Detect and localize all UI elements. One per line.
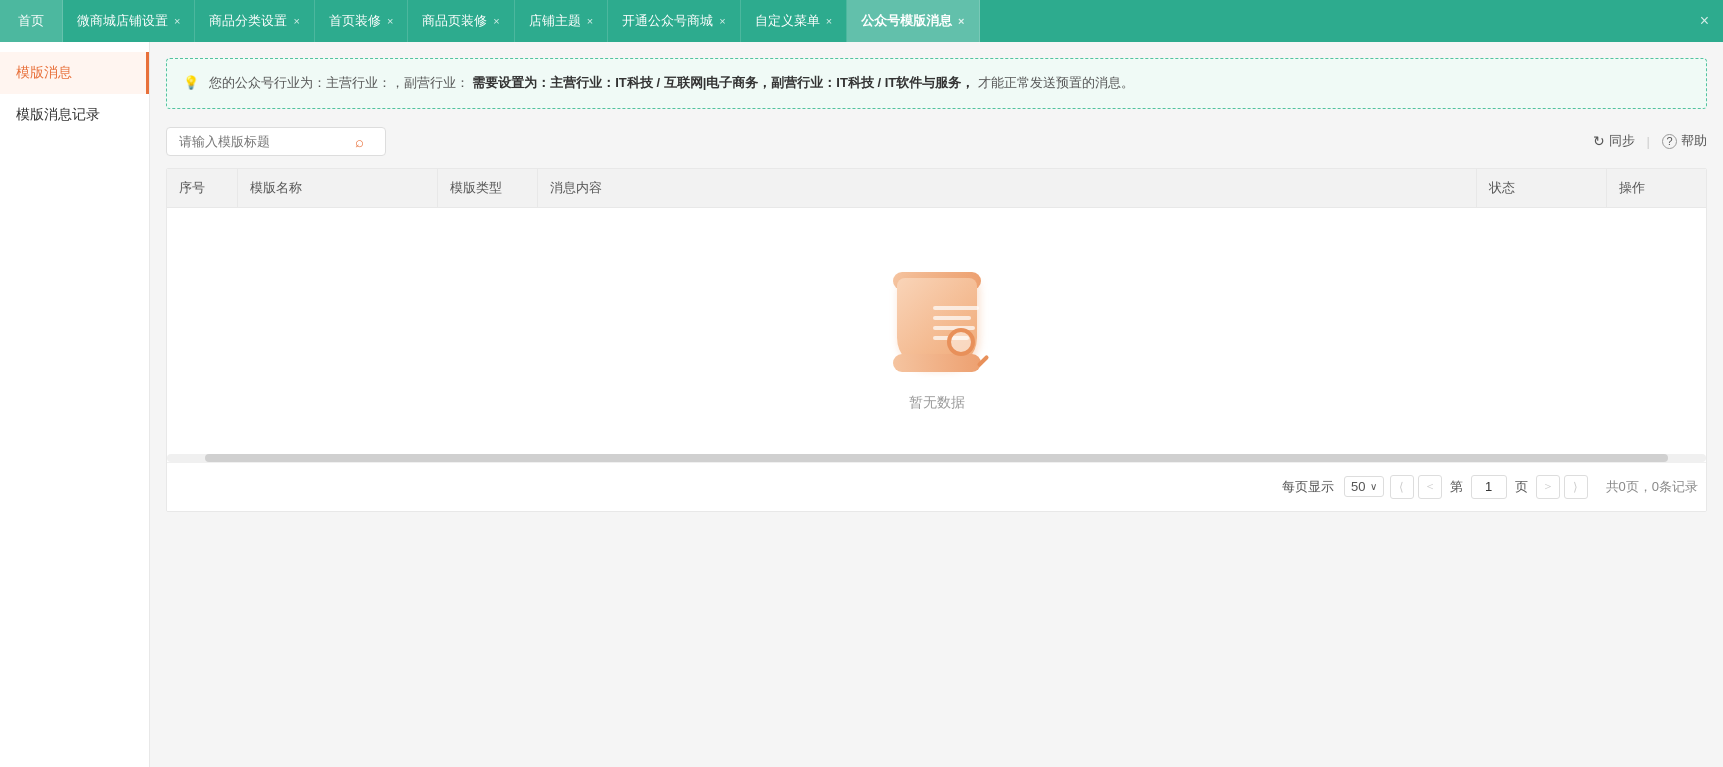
last-page-button[interactable]: ⟩	[1564, 475, 1588, 499]
notice-highlight: 需要设置为：主营行业：IT科技 / 互联网|电子商务，副营行业：IT科技 / I…	[472, 75, 974, 90]
main-layout: 模版消息 模版消息记录 💡 您的公众号行业为：主营行业：，副营行业： 需要设置为…	[0, 42, 1723, 767]
wxshop-tab-label: 开通公众号商城	[622, 12, 713, 30]
prev-page-button[interactable]: ＜	[1418, 475, 1442, 499]
next-page-button[interactable]: ＞	[1536, 475, 1560, 499]
theme-tab-close[interactable]: ×	[587, 15, 593, 27]
homepage-tab-close[interactable]: ×	[387, 15, 393, 27]
chevron-down-icon: ∨	[1370, 481, 1377, 492]
top-nav: 首页 微商城店铺设置 × 商品分类设置 × 首页装修 × 商品页装修 × 店铺主…	[0, 0, 1723, 42]
next-page-icon: ＞	[1542, 478, 1554, 495]
prev-page-icon: ＜	[1424, 478, 1436, 495]
nav-tab-wxmsg[interactable]: 公众号模版消息 ×	[847, 0, 979, 42]
data-table-container: 序号 模版名称 模版类型 消息内容 状态 操作	[166, 168, 1707, 512]
toolbar-divider: |	[1647, 134, 1650, 149]
empty-illustration	[877, 268, 997, 378]
page-size-select[interactable]: 50 ∨	[1344, 476, 1383, 497]
nav-tab-category[interactable]: 商品分类设置 ×	[195, 0, 314, 42]
empty-state: 暂无数据	[167, 208, 1706, 452]
content-area: 💡 您的公众号行业为：主营行业：，副营行业： 需要设置为：主营行业：IT科技 /…	[150, 42, 1723, 767]
wxmsg-tab-label: 公众号模版消息	[861, 12, 952, 30]
nav-tab-wxshop[interactable]: 开通公众号商城 ×	[608, 0, 740, 42]
bulb-icon: 💡	[183, 75, 199, 90]
notice-prefix: 您的公众号行业为：主营行业：，副营行业：	[209, 75, 469, 90]
category-tab-close[interactable]: ×	[293, 15, 299, 27]
close-all-button[interactable]: ×	[1686, 12, 1723, 30]
table-body: 暂无数据	[167, 207, 1706, 452]
search-input[interactable]	[175, 128, 355, 155]
notice-suffix: 才能正常发送预置的消息。	[978, 75, 1134, 90]
nav-tab-custommenu[interactable]: 自定义菜单 ×	[741, 0, 847, 42]
magnifier-circle	[947, 328, 975, 356]
sidebar: 模版消息 模版消息记录	[0, 42, 150, 767]
sync-icon: ↻	[1593, 133, 1605, 149]
nav-tab-home[interactable]: 首页	[0, 0, 63, 42]
sidebar-item-template-msg-log[interactable]: 模版消息记录	[0, 94, 149, 136]
last-page-icon: ⟩	[1573, 480, 1578, 494]
search-button[interactable]: ⌕	[355, 133, 364, 150]
product-tab-label: 商品页装修	[422, 12, 487, 30]
total-info: 共0页，0条记录	[1606, 478, 1698, 496]
toolbar-right: ↻ 同步 | ? 帮助	[1593, 132, 1707, 150]
theme-tab-label: 店铺主题	[529, 12, 581, 30]
sync-label: 同步	[1609, 132, 1635, 150]
nav-tab-weishop[interactable]: 微商城店铺设置 ×	[63, 0, 195, 42]
first-page-button[interactable]: ⟨	[1390, 475, 1414, 499]
nav-tab-product[interactable]: 商品页装修 ×	[408, 0, 514, 42]
table-header-row: 序号 模版名称 模版类型 消息内容 状态 操作	[167, 169, 1706, 208]
home-tab-label: 首页	[18, 12, 44, 30]
col-seq: 序号	[167, 169, 237, 208]
page-number-label: 第	[1450, 478, 1463, 496]
current-page-input[interactable]	[1471, 475, 1507, 499]
help-label: 帮助	[1681, 132, 1707, 150]
notice-box: 💡 您的公众号行业为：主营行业：，副营行业： 需要设置为：主营行业：IT科技 /…	[166, 58, 1707, 109]
help-icon: ?	[1662, 134, 1677, 149]
data-table: 序号 模版名称 模版类型 消息内容 状态 操作	[167, 169, 1706, 452]
nav-tab-theme[interactable]: 店铺主题 ×	[515, 0, 608, 42]
sync-button[interactable]: ↻ 同步	[1593, 132, 1635, 150]
wxmsg-tab-close[interactable]: ×	[958, 15, 964, 27]
custommenu-tab-close[interactable]: ×	[826, 15, 832, 27]
search-input-wrap[interactable]: ⌕	[166, 127, 386, 156]
sidebar-item-template-msg-log-label: 模版消息记录	[16, 106, 100, 122]
page-size-label: 每页显示	[1282, 478, 1334, 496]
scroll-line-2	[933, 316, 971, 320]
horizontal-scrollbar[interactable]	[167, 454, 1706, 462]
empty-row: 暂无数据	[167, 207, 1706, 452]
scrollbar-thumb	[205, 454, 1667, 462]
sidebar-item-template-msg-label: 模版消息	[16, 64, 72, 80]
pagination: 每页显示 50 ∨ ⟨ ＜ 第 页 ＞	[167, 462, 1706, 511]
page-size-value: 50	[1351, 479, 1365, 494]
col-action: 操作	[1606, 169, 1706, 208]
product-tab-close[interactable]: ×	[493, 15, 499, 27]
nav-tab-homepage[interactable]: 首页装修 ×	[315, 0, 408, 42]
wxshop-tab-close[interactable]: ×	[719, 15, 725, 27]
magnifier-icon	[947, 328, 987, 368]
pagination-nav: ⟨ ＜ 第 页 ＞ ⟩	[1390, 475, 1588, 499]
col-content: 消息内容	[537, 169, 1476, 208]
custommenu-tab-label: 自定义菜单	[755, 12, 820, 30]
magnifier-handle	[976, 354, 989, 367]
empty-text: 暂无数据	[909, 394, 965, 412]
col-name: 模版名称	[237, 169, 437, 208]
help-button[interactable]: ? 帮助	[1662, 132, 1707, 150]
col-type: 模版类型	[437, 169, 537, 208]
first-page-icon: ⟨	[1399, 480, 1404, 494]
weishop-tab-close[interactable]: ×	[174, 15, 180, 27]
col-status: 状态	[1476, 169, 1606, 208]
category-tab-label: 商品分类设置	[209, 12, 287, 30]
homepage-tab-label: 首页装修	[329, 12, 381, 30]
sidebar-item-template-msg[interactable]: 模版消息	[0, 52, 149, 94]
scroll-line-1	[933, 306, 979, 310]
search-bar: ⌕ ↻ 同步 | ? 帮助	[166, 127, 1707, 156]
weishop-tab-label: 微商城店铺设置	[77, 12, 168, 30]
page-unit-label: 页	[1515, 478, 1528, 496]
